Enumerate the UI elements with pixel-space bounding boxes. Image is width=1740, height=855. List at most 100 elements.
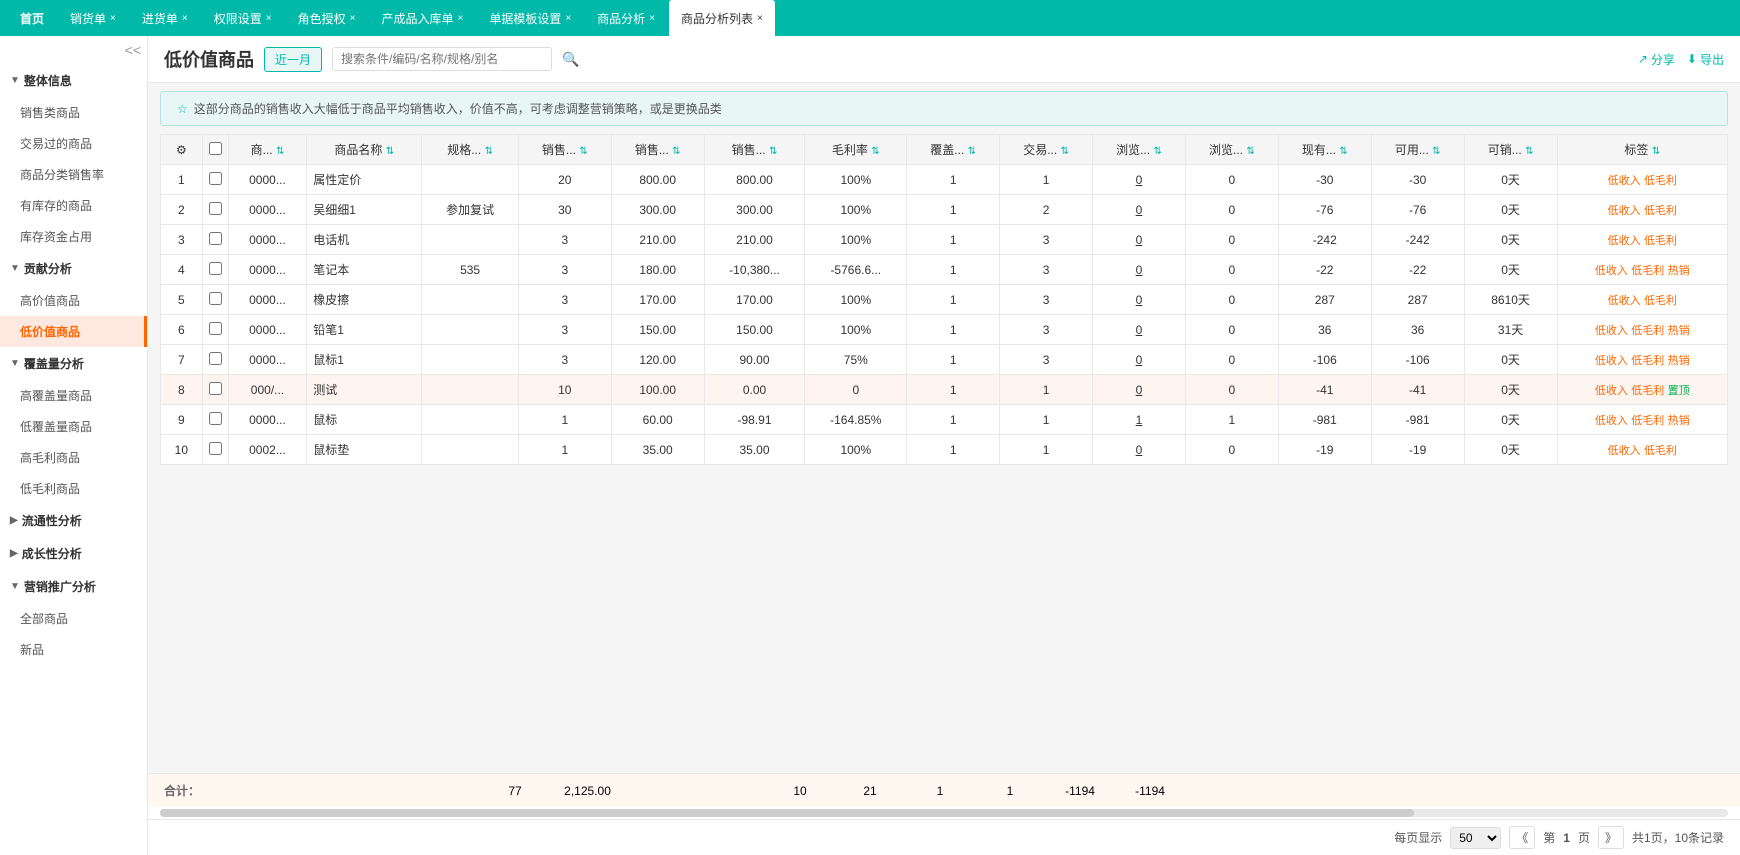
nav-permission[interactable]: 权限设置 ×: [202, 0, 284, 36]
row-checkbox[interactable]: [209, 292, 222, 305]
sort-sales-cost-icon[interactable]: ⇅: [769, 146, 777, 157]
col-sales-qty[interactable]: 销售... ⇅: [518, 135, 611, 165]
search-input[interactable]: [332, 47, 552, 71]
cell-view1[interactable]: 0: [1093, 165, 1186, 195]
view1-link[interactable]: 0: [1136, 173, 1143, 187]
view1-link[interactable]: 0: [1136, 383, 1143, 397]
filter-month-btn[interactable]: 近一月: [264, 47, 322, 72]
col-available[interactable]: 可用... ⇅: [1371, 135, 1464, 165]
col-name[interactable]: 商品名称 ⇅: [307, 135, 422, 165]
sidebar-item-high-coverage[interactable]: 高覆盖量商品: [0, 380, 147, 411]
cell-view1[interactable]: 0: [1093, 225, 1186, 255]
cell-checkbox[interactable]: [202, 315, 228, 345]
nav-analysis[interactable]: 商品分析 ×: [585, 0, 667, 36]
sort-code-icon[interactable]: ⇅: [276, 146, 284, 157]
row-checkbox[interactable]: [209, 262, 222, 275]
nav-template[interactable]: 单据模板设置 ×: [477, 0, 583, 36]
sort-view1-icon[interactable]: ⇅: [1153, 146, 1161, 157]
row-checkbox[interactable]: [209, 352, 222, 365]
col-spec[interactable]: 规格... ⇅: [422, 135, 519, 165]
sort-saleable-icon[interactable]: ⇅: [1525, 146, 1533, 157]
sort-tags-icon[interactable]: ⇅: [1652, 146, 1660, 157]
sort-trade-count-icon[interactable]: ⇅: [1061, 146, 1069, 157]
export-btn[interactable]: ⬇ 导出: [1687, 51, 1724, 68]
next-page-btn[interactable]: 》: [1598, 826, 1624, 849]
view1-link[interactable]: 0: [1136, 233, 1143, 247]
cell-checkbox[interactable]: [202, 375, 228, 405]
sidebar-item-all-goods[interactable]: 全部商品: [0, 603, 147, 634]
cell-view1[interactable]: 0: [1093, 345, 1186, 375]
share-btn[interactable]: ↗ 分享: [1638, 51, 1675, 68]
sidebar-item-capital-occupy[interactable]: 库存资金占用: [0, 221, 147, 252]
col-checkbox[interactable]: [202, 135, 228, 165]
view1-link[interactable]: 1: [1136, 413, 1143, 427]
sidebar-item-low-coverage[interactable]: 低覆盖量商品: [0, 411, 147, 442]
sidebar-collapse-btn[interactable]: <<: [125, 42, 141, 58]
search-icon[interactable]: 🔍: [562, 51, 579, 68]
nav-analysis-list[interactable]: 商品分析列表 ×: [669, 0, 775, 36]
sidebar-item-low-stock[interactable]: 有库存的商品: [0, 190, 147, 221]
sort-gross-margin-icon[interactable]: ⇅: [871, 146, 879, 157]
col-settings[interactable]: ⚙: [161, 135, 203, 165]
close-permission-icon[interactable]: ×: [266, 13, 272, 24]
nav-home[interactable]: 首页: [8, 0, 56, 36]
sidebar-group-financial[interactable]: ▼ 贡献分析: [0, 252, 147, 285]
sort-sales-qty-icon[interactable]: ⇅: [579, 146, 587, 157]
sidebar-item-category-sales[interactable]: 商品分类销售率: [0, 159, 147, 190]
sidebar-group-flow[interactable]: ▶ 流通性分析: [0, 504, 147, 537]
nav-purchase[interactable]: 进货单 ×: [130, 0, 200, 36]
close-purchase-icon[interactable]: ×: [182, 13, 188, 24]
sidebar-item-low-profit[interactable]: 低毛利商品: [0, 473, 147, 504]
select-all-checkbox[interactable]: [209, 142, 222, 155]
cell-view1[interactable]: 1: [1093, 405, 1186, 435]
col-sales-cost[interactable]: 销售... ⇅: [704, 135, 805, 165]
view1-link[interactable]: 0: [1136, 443, 1143, 457]
row-checkbox[interactable]: [209, 232, 222, 245]
col-view2[interactable]: 浏览... ⇅: [1185, 135, 1278, 165]
cell-checkbox[interactable]: [202, 165, 228, 195]
cell-view1[interactable]: 0: [1093, 255, 1186, 285]
close-analysis-icon[interactable]: ×: [649, 13, 655, 24]
sidebar-group-growth[interactable]: ▶ 成长性分析: [0, 537, 147, 570]
sort-name-icon[interactable]: ⇅: [386, 146, 394, 157]
close-sales-icon[interactable]: ×: [110, 13, 116, 24]
sidebar-item-low-value[interactable]: 低价值商品: [0, 316, 147, 347]
row-checkbox[interactable]: [209, 202, 222, 215]
cell-checkbox[interactable]: [202, 435, 228, 465]
sort-current-stock-icon[interactable]: ⇅: [1339, 146, 1347, 157]
col-trade-count[interactable]: 交易... ⇅: [1000, 135, 1093, 165]
sidebar-item-high-profit[interactable]: 高毛利商品: [0, 442, 147, 473]
col-current-stock[interactable]: 现有... ⇅: [1278, 135, 1371, 165]
close-product-in-icon[interactable]: ×: [457, 13, 463, 24]
cell-checkbox[interactable]: [202, 285, 228, 315]
cell-view1[interactable]: 0: [1093, 285, 1186, 315]
view1-link[interactable]: 0: [1136, 203, 1143, 217]
row-checkbox[interactable]: [209, 382, 222, 395]
first-page-btn[interactable]: 《: [1509, 826, 1535, 849]
nav-sales[interactable]: 销货单 ×: [58, 0, 128, 36]
sidebar-item-high-value[interactable]: 高价值商品: [0, 285, 147, 316]
row-checkbox[interactable]: [209, 172, 222, 185]
cell-view1[interactable]: 0: [1093, 375, 1186, 405]
cell-checkbox[interactable]: [202, 225, 228, 255]
col-coverage[interactable]: 覆盖... ⇅: [907, 135, 1000, 165]
sidebar-item-sales-category[interactable]: 销售类商品: [0, 97, 147, 128]
row-checkbox[interactable]: [209, 322, 222, 335]
view1-link[interactable]: 0: [1136, 323, 1143, 337]
col-saleable[interactable]: 可销... ⇅: [1464, 135, 1557, 165]
cell-checkbox[interactable]: [202, 405, 228, 435]
sidebar-group-overall[interactable]: ▼ 整体信息: [0, 64, 147, 97]
close-analysis-list-icon[interactable]: ×: [757, 13, 763, 24]
sort-available-icon[interactable]: ⇅: [1432, 146, 1440, 157]
nav-product-in[interactable]: 产成品入库单 ×: [369, 0, 475, 36]
sidebar-item-traded-goods[interactable]: 交易过的商品: [0, 128, 147, 159]
view1-link[interactable]: 0: [1136, 263, 1143, 277]
cell-view1[interactable]: 0: [1093, 195, 1186, 225]
sort-view2-icon[interactable]: ⇅: [1246, 146, 1254, 157]
col-view1[interactable]: 浏览... ⇅: [1093, 135, 1186, 165]
col-gross-margin[interactable]: 毛利率 ⇅: [805, 135, 907, 165]
close-template-icon[interactable]: ×: [565, 13, 571, 24]
view1-link[interactable]: 0: [1136, 353, 1143, 367]
close-role-icon[interactable]: ×: [350, 13, 356, 24]
cell-checkbox[interactable]: [202, 345, 228, 375]
